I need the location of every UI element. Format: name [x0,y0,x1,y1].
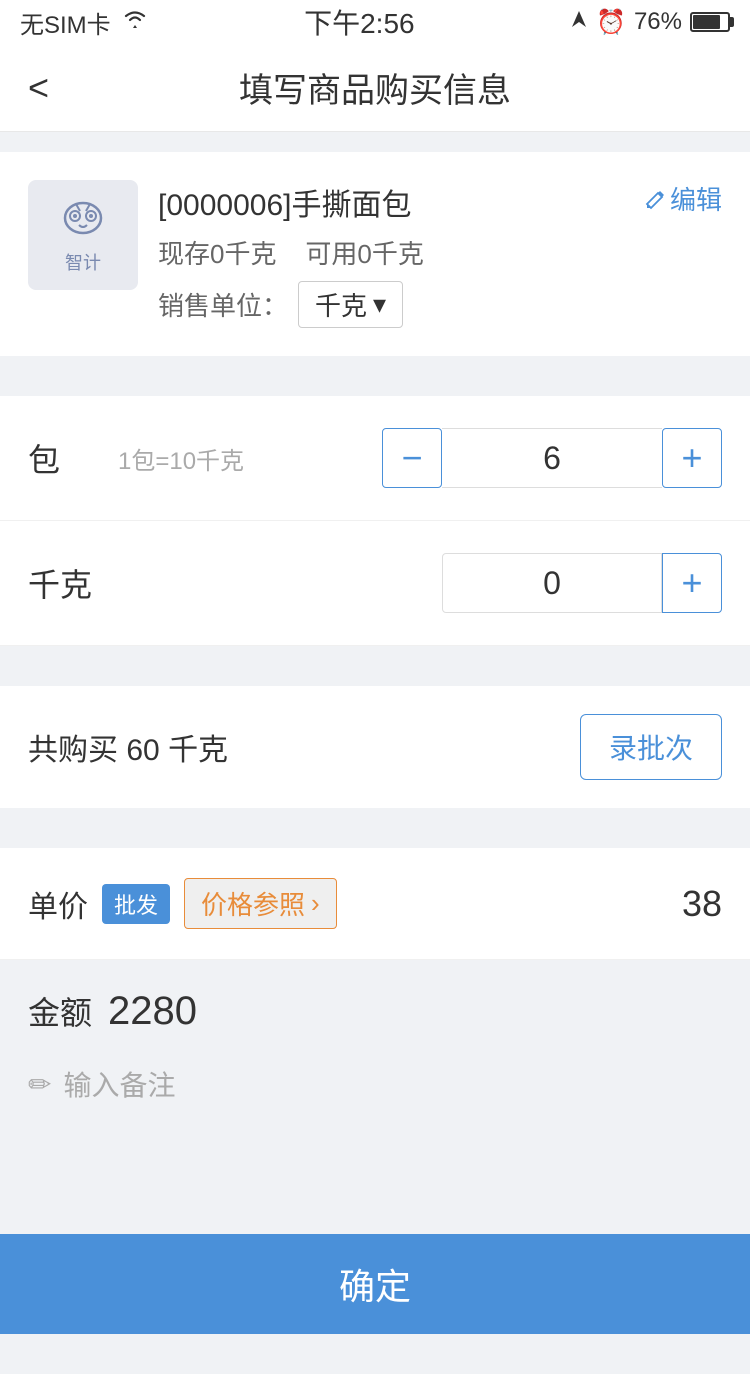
thumb-label: 智计 [65,249,101,275]
remark-row[interactable]: ✏ 输入备注 [28,1054,722,1114]
price-row: 单价 批发 价格参照 › 38 [0,848,750,960]
product-card: 智计 [0000006]手撕面包 编辑 现存0千克 可用0千克 销售单位： 千克 [0,152,750,356]
bao-hint: 1包=10千克 [118,441,382,476]
page-title: 填写商品购买信息 [239,63,511,112]
kg-increase-button[interactable]: + [662,553,722,613]
bao-label: 包 [28,435,108,481]
total-row: 共购买 60 千克 录批次 [0,686,750,808]
alarm-icon: ⏰ [596,8,626,37]
carrier-label: 无SIM卡 [20,5,111,40]
product-name: [0000006]手撕面包 [158,180,644,224]
divider-2 [0,646,750,666]
price-value: 38 [682,883,722,925]
status-bar: 无SIM卡 下午2:56 ⏰ 76% [0,0,750,44]
nav-bar: < 填写商品购买信息 [0,44,750,132]
bao-decrease-button[interactable]: − [382,428,442,488]
chevron-right-icon: › [311,888,320,919]
back-button[interactable]: < [28,67,49,109]
amount-label: 金额 [28,988,92,1034]
thumb-owl-icon [58,196,108,245]
amount-section: 金额 2280 ✏ 输入备注 [0,960,750,1114]
battery-percent: 76% [634,8,682,36]
location-icon [570,8,588,36]
battery-icon [690,12,730,32]
kg-qty-row: 千克 + [0,521,750,646]
product-stock: 现存0千克 可用0千克 [158,234,722,271]
bao-qty-input[interactable] [442,428,662,488]
product-thumbnail: 智计 [28,180,138,290]
time-display: 下午2:56 [304,2,415,42]
kg-qty-input[interactable] [442,553,662,613]
record-batch-button[interactable]: 录批次 [580,714,722,780]
total-text: 共购买 60 千克 [28,725,228,769]
bao-quantity-section: 包 1包=10千克 − + 千克 + [0,396,750,646]
product-info: [0000006]手撕面包 编辑 现存0千克 可用0千克 销售单位： 千克 ▾ [158,180,722,328]
bao-qty-row: 包 1包=10千克 − + [0,396,750,521]
amount-value: 2280 [108,989,197,1034]
bao-increase-button[interactable]: + [662,428,722,488]
status-left: 无SIM卡 [20,5,149,40]
kg-label: 千克 [28,560,108,606]
status-right: ⏰ 76% [570,8,730,37]
chevron-down-icon: ▾ [373,289,386,320]
pencil-icon: ✏ [28,1068,51,1101]
divider-3 [0,808,750,828]
wifi-icon [121,8,149,36]
confirm-button[interactable]: 确定 [0,1234,750,1334]
price-type-badge: 批发 [102,884,170,924]
unit-select[interactable]: 千克 ▾ [298,281,403,328]
amount-row: 金额 2280 [28,988,722,1034]
price-section: 单价 批发 价格参照 › 38 [0,848,750,960]
price-reference-button[interactable]: 价格参照 › [184,878,337,929]
price-label: 单价 [28,882,88,926]
bao-qty-control: − + [382,428,722,488]
remark-placeholder: 输入备注 [63,1064,175,1104]
total-section: 共购买 60 千克 录批次 [0,686,750,808]
divider-1 [0,356,750,376]
total-amount: 60 [126,734,159,767]
product-unit-row: 销售单位： 千克 ▾ [158,281,722,328]
kg-qty-control: + [442,553,722,613]
edit-button[interactable]: 编辑 [644,180,722,217]
